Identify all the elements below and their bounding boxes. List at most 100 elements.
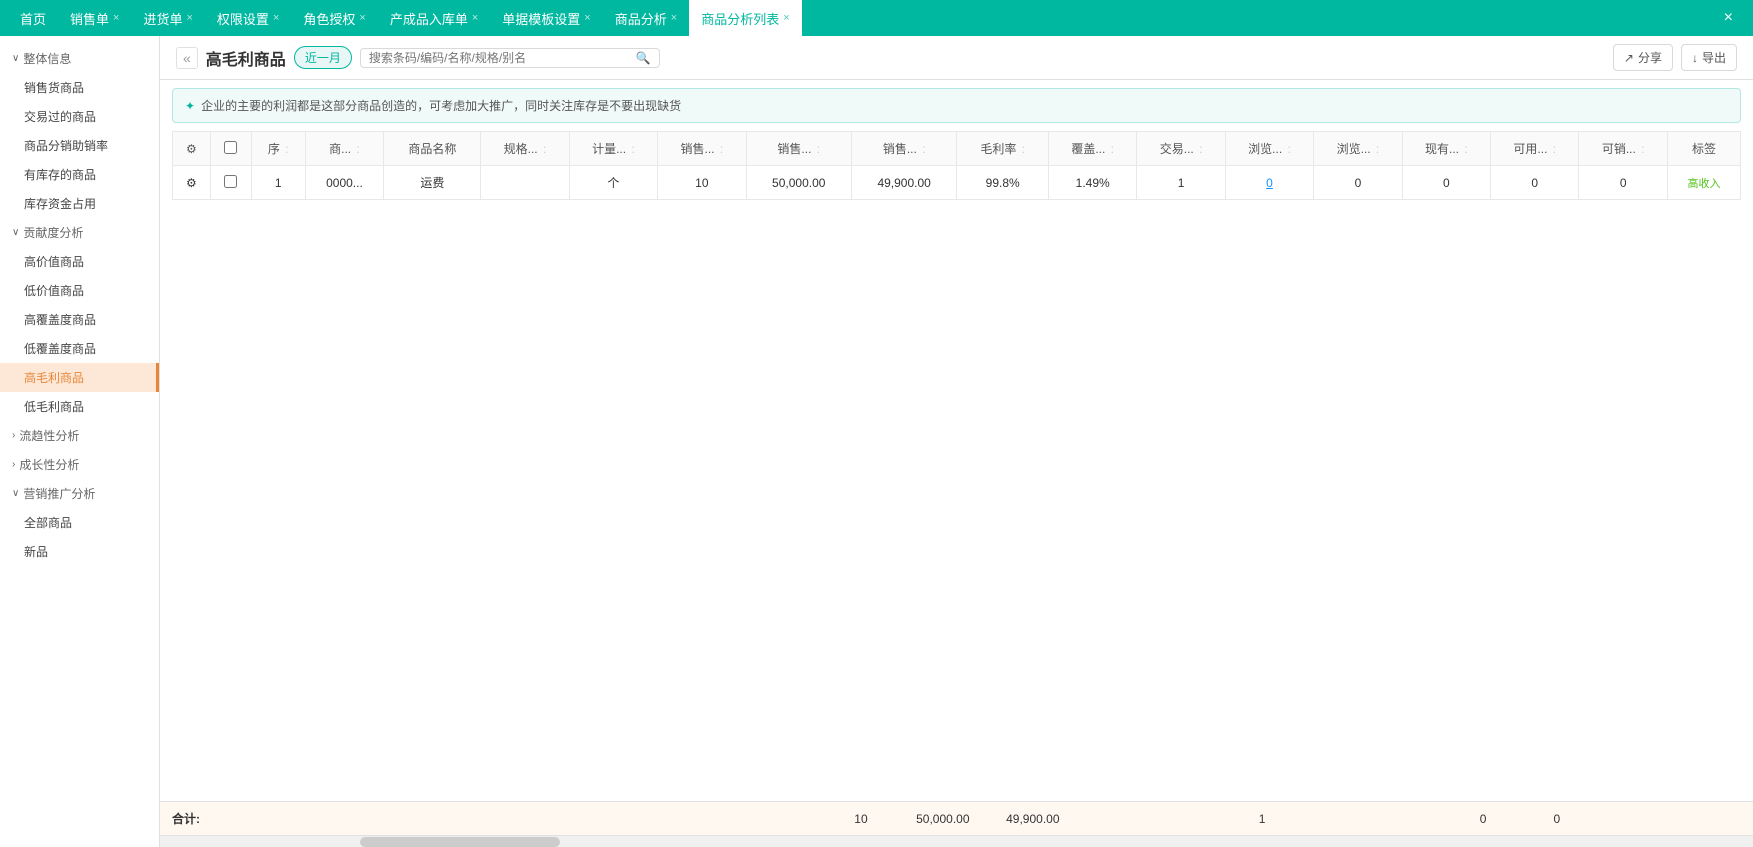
sidebar-item-销售货商品[interactable]: 销售货商品: [0, 73, 159, 102]
group-arrow-icon: ∨: [12, 488, 19, 499]
content-area: « 高毛利商品 近一月 🔍 ↗ 分享 ↓ 导出 ✦: [160, 36, 1753, 847]
nav-close-icon[interactable]: ×: [359, 12, 365, 24]
nav-close-icon[interactable]: ×: [671, 12, 677, 24]
sidebar-item-低毛利商品[interactable]: 低毛利商品: [0, 392, 159, 421]
footer-cell-9: 49,900.00: [988, 812, 1078, 826]
page-title: 高毛利商品: [206, 46, 286, 70]
export-button[interactable]: ↓ 导出: [1681, 44, 1737, 71]
footer-label: 合计:: [172, 810, 292, 827]
nav-close-icon[interactable]: ×: [273, 12, 279, 24]
info-bar: ✦ 企业的主要的利润都是这部分商品创造的，可考虑加大推广，同时关注库存是不要出现…: [172, 88, 1741, 123]
search-input[interactable]: [369, 51, 636, 65]
cell-available: 0: [1491, 166, 1579, 200]
sidebar-item-新品[interactable]: 新品: [0, 537, 159, 566]
nav-item-销售单[interactable]: 销售单 ×: [58, 0, 131, 36]
group-arrow-icon: ∨: [12, 53, 19, 64]
sidebar-item-低覆盖度商品[interactable]: 低覆盖度商品: [0, 334, 159, 363]
content-header: « 高毛利商品 近一月 🔍 ↗ 分享 ↓ 导出: [160, 36, 1753, 80]
row-checkbox[interactable]: [224, 175, 237, 188]
horizontal-scrollbar[interactable]: [160, 835, 1753, 847]
col-header-available: 可用... :: [1491, 132, 1579, 166]
sidebar-group-整体信息[interactable]: ∨整体信息: [0, 44, 159, 73]
close-all-button[interactable]: ×: [1712, 9, 1745, 27]
footer-cell-4: [587, 812, 677, 826]
nav-close-icon[interactable]: ×: [113, 12, 119, 24]
col-header-name: 商品名称: [384, 132, 481, 166]
footer-cell-7: 10: [824, 812, 898, 826]
col-header-saleable: 可销... :: [1579, 132, 1667, 166]
sidebar-collapse-button[interactable]: «: [176, 47, 198, 69]
sidebar-item-高毛利商品[interactable]: 高毛利商品: [0, 363, 159, 392]
sidebar: ∨整体信息销售货商品交易过的商品商品分销助销率有库存的商品库存资金占用∨贡献度分…: [0, 36, 160, 847]
browse1-link[interactable]: 0: [1266, 176, 1273, 190]
sidebar-item-交易过的商品[interactable]: 交易过的商品: [0, 102, 159, 131]
sidebar-group-营销推广分析[interactable]: ∨营销推广分析: [0, 479, 159, 508]
footer-cell-1: [366, 812, 440, 826]
col-header-check[interactable]: [210, 132, 251, 166]
data-table: ⚙序 :商... :商品名称规格... :计量... :销售... :销售...…: [172, 131, 1741, 200]
cell-coverage: 1.49%: [1048, 166, 1136, 200]
sidebar-item-低价值商品[interactable]: 低价值商品: [0, 276, 159, 305]
col-header-sales_profit: 销售... :: [851, 132, 956, 166]
group-arrow-icon: ›: [12, 430, 15, 441]
col-header-gross_margin: 毛利率 :: [957, 132, 1049, 166]
cell-code: 0000...: [305, 166, 384, 200]
footer-cell-0: [292, 812, 366, 826]
sidebar-item-有库存的商品[interactable]: 有库存的商品: [0, 160, 159, 189]
footer-cell-17: [1594, 812, 1668, 826]
nav-close-icon[interactable]: ×: [584, 12, 590, 24]
nav-item-首页[interactable]: 首页: [8, 0, 58, 36]
row-settings-icon[interactable]: ⚙: [186, 176, 197, 190]
nav-item-角色授权[interactable]: 角色授权 ×: [291, 0, 377, 36]
table-wrapper: ⚙序 :商... :商品名称规格... :计量... :销售... :销售...…: [160, 131, 1753, 801]
sidebar-item-商品分销助销率[interactable]: 商品分销助销率: [0, 131, 159, 160]
nav-item-商品分析列表[interactable]: 商品分析列表 ×: [689, 0, 801, 36]
cell-trade: 1: [1137, 166, 1225, 200]
select-all-checkbox[interactable]: [224, 141, 237, 154]
time-filter-button[interactable]: 近一月: [294, 46, 352, 69]
cell-browse1: 0: [1225, 166, 1313, 200]
sidebar-item-高价值商品[interactable]: 高价值商品: [0, 247, 159, 276]
col-header-tag: 标签: [1667, 132, 1740, 166]
cell-saleable: 0: [1579, 166, 1667, 200]
col-header-sales_amount: 销售... :: [746, 132, 851, 166]
col-header-current_stock: 现有... :: [1402, 132, 1490, 166]
col-header-settings[interactable]: ⚙: [173, 132, 211, 166]
footer-cell-14: [1373, 812, 1447, 826]
nav-close-icon[interactable]: ×: [472, 12, 478, 24]
tag-label: 高收入: [1687, 178, 1720, 190]
sidebar-group-贡献度分析[interactable]: ∨贡献度分析: [0, 218, 159, 247]
nav-item-进货单[interactable]: 进货单 ×: [131, 0, 204, 36]
nav-item-权限设置[interactable]: 权限设置 ×: [205, 0, 291, 36]
search-icon[interactable]: 🔍: [636, 51, 651, 65]
sidebar-group-流趋性分析[interactable]: ›流趋性分析: [0, 421, 159, 450]
col-header-coverage: 覆盖... :: [1048, 132, 1136, 166]
search-box: 🔍: [360, 48, 660, 68]
nav-item-商品分析[interactable]: 商品分析 ×: [603, 0, 689, 36]
nav-close-icon[interactable]: ×: [783, 12, 789, 24]
sidebar-item-高覆盖度商品[interactable]: 高覆盖度商品: [0, 305, 159, 334]
col-header-sales_qty: 销售... :: [658, 132, 746, 166]
footer-cell-3: [513, 812, 587, 826]
nav-close-icon[interactable]: ×: [186, 12, 192, 24]
nav-item-单据模板设置[interactable]: 单据模板设置 ×: [490, 0, 602, 36]
share-button[interactable]: ↗ 分享: [1613, 44, 1673, 71]
cell-sales_amount: 50,000.00: [746, 166, 851, 200]
footer-cell-8: 50,000.00: [898, 812, 988, 826]
info-icon: ✦: [185, 99, 195, 113]
footer-cell-15: 0: [1446, 812, 1520, 826]
cell-current_stock: 0: [1402, 166, 1490, 200]
nav-item-产成品入库单[interactable]: 产成品入库单 ×: [378, 0, 490, 36]
footer-cell-6: [750, 812, 824, 826]
col-header-unit: 计量... :: [569, 132, 657, 166]
footer-cell-18: [1667, 812, 1741, 826]
sidebar-group-成长性分析[interactable]: ›成长性分析: [0, 450, 159, 479]
scrollbar-thumb[interactable]: [360, 837, 560, 847]
export-icon: ↓: [1692, 51, 1698, 65]
top-nav: 首页销售单 ×进货单 ×权限设置 ×角色授权 ×产成品入库单 ×单据模板设置 ×…: [0, 0, 1753, 36]
info-text: 企业的主要的利润都是这部分商品创造的，可考虑加大推广，同时关注库存是不要出现缺货: [201, 97, 681, 114]
sidebar-item-全部商品[interactable]: 全部商品: [0, 508, 159, 537]
settings-icon[interactable]: ⚙: [186, 142, 197, 156]
group-arrow-icon: ›: [12, 459, 15, 470]
sidebar-item-库存资金占用[interactable]: 库存资金占用: [0, 189, 159, 218]
